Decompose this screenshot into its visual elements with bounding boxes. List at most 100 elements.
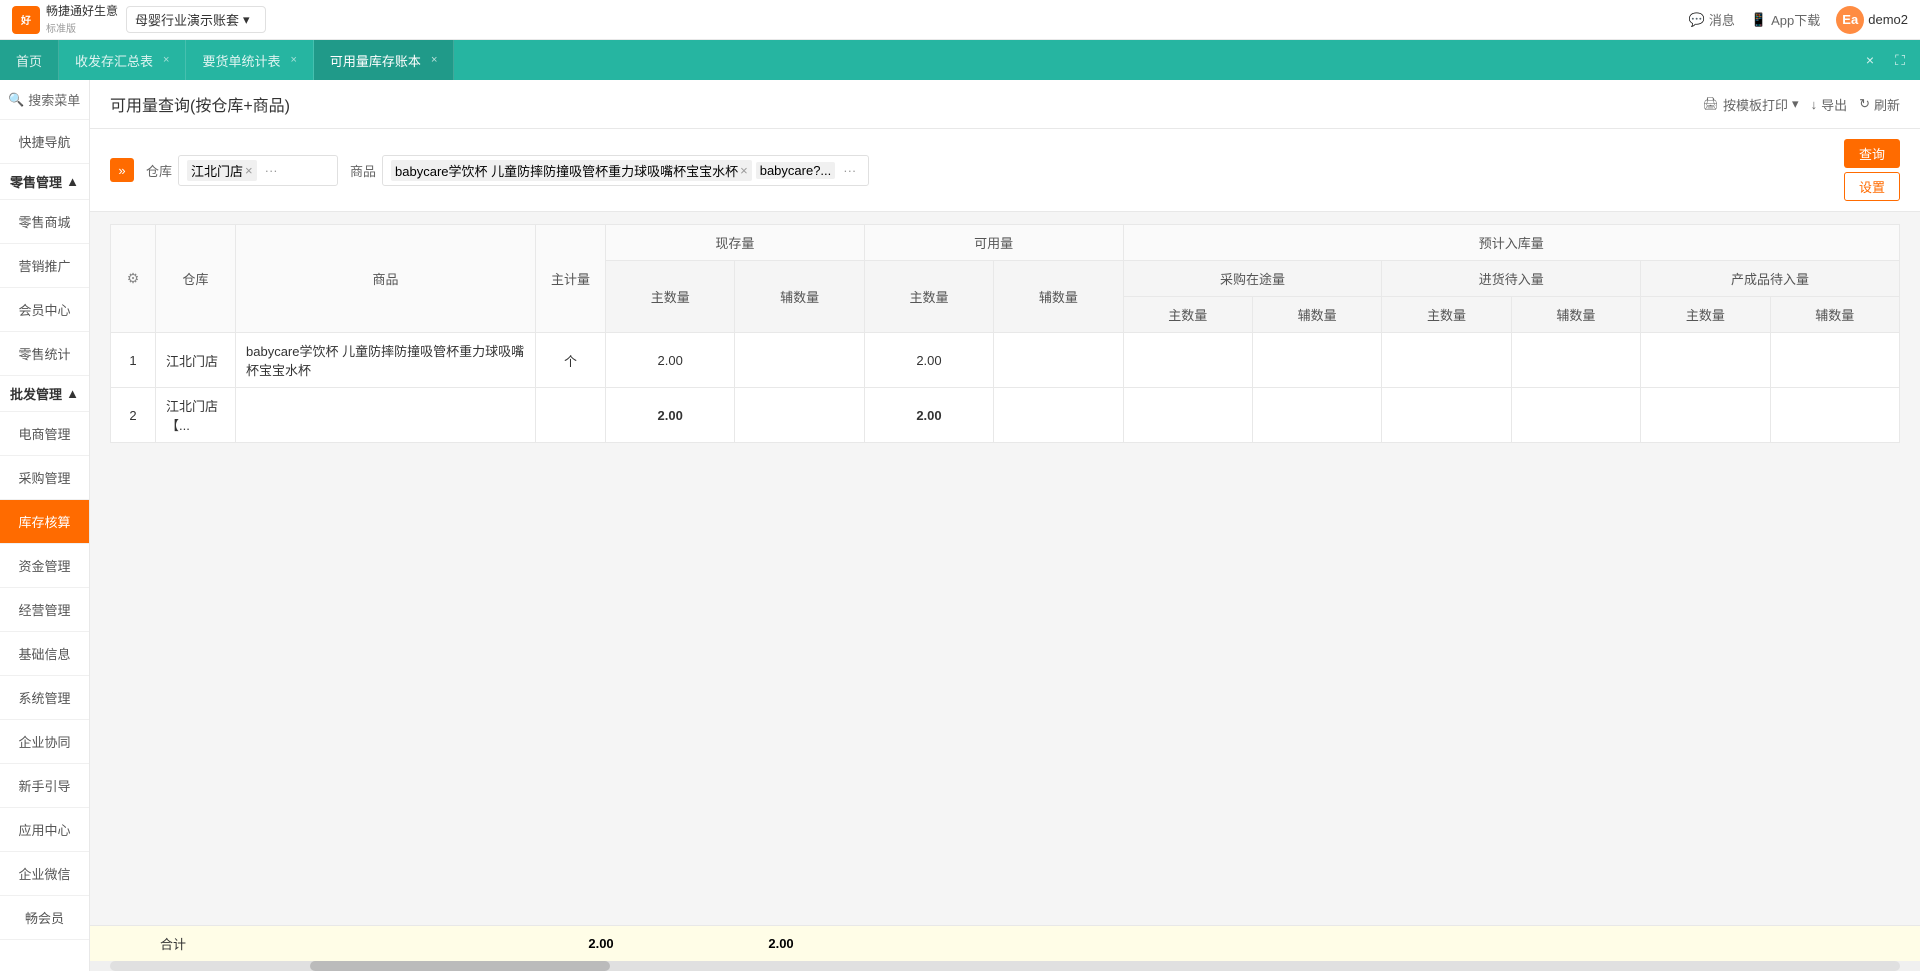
tab-avail-inventory[interactable]: 可用量库存账本 × <box>314 40 454 80</box>
finance-label: 资金管理 <box>18 556 70 575</box>
vip-label: 畅会员 <box>25 908 64 927</box>
product-filter-field: 商品 babycare学饮杯 儿童防摔防撞吸管杯重力球吸嘴杯宝宝水杯 × bab… <box>350 155 869 186</box>
product-dots[interactable]: ··· <box>839 163 860 178</box>
tab-avail-close[interactable]: × <box>431 54 437 66</box>
maximize-button[interactable]: ⛶ <box>1888 48 1912 72</box>
row1-product: babycare学饮杯 儿童防摔防撞吸管杯重力球吸嘴杯宝宝水杯 <box>236 333 536 388</box>
top-left-area: 好 畅捷通好生意 标准版 母婴行业演示账套 ▾ <box>12 4 266 35</box>
member-label: 会员中心 <box>18 300 70 319</box>
tab-home[interactable]: 首页 <box>0 40 59 80</box>
table-settings-icon[interactable]: ⚙ <box>121 267 145 291</box>
nav-tab-actions: × ⛶ <box>1850 40 1920 80</box>
avatar: Ea <box>1836 6 1864 34</box>
row1-stock-main: 2.00 <box>606 333 735 388</box>
message-button[interactable]: 💬 消息 <box>1689 10 1735 29</box>
col-stock-aux-header: 辅数量 <box>735 261 864 333</box>
industry-selector[interactable]: 母婴行业演示账套 ▾ <box>126 6 266 33</box>
sidebar-item-enterprise-collab[interactable]: 企业协同 <box>0 720 89 764</box>
col-pur-aux-header: 辅数量 <box>1252 297 1381 333</box>
row1-pur-main <box>1123 333 1252 388</box>
col-finished-main-header: 主数量 <box>1641 297 1770 333</box>
nav-tabs: 首页 收发存汇总表 × 要货单统计表 × 可用量库存账本 × × ⛶ <box>0 40 1920 80</box>
sidebar-item-retail-store[interactable]: 零售商城 <box>0 200 89 244</box>
col-unit-header: 主计量 <box>536 225 606 333</box>
warehouse-tag: 江北门店 × <box>187 160 257 181</box>
scroll-track[interactable] <box>110 961 1900 971</box>
warehouse-input[interactable]: 江北门店 × ··· <box>178 155 338 186</box>
row1-finished-main <box>1641 333 1770 388</box>
scroll-thumb[interactable] <box>310 961 610 971</box>
row2-stock-main: 2.00 <box>606 388 735 443</box>
product-tag-1-remove[interactable]: × <box>740 163 748 178</box>
app-center-label: 应用中心 <box>18 820 70 839</box>
tab-order-stats[interactable]: 要货单统计表 × <box>186 40 313 80</box>
app-logo: 好 <box>12 6 40 34</box>
close-all-tabs-button[interactable]: × <box>1858 48 1882 72</box>
sidebar-search-label: 搜索菜单 <box>28 90 80 109</box>
sidebar-item-retail-stats[interactable]: 零售统计 <box>0 332 89 376</box>
row2-product <box>236 388 536 443</box>
sidebar-item-enterprise-wechat[interactable]: 企业微信 <box>0 852 89 896</box>
tab-order-close[interactable]: × <box>290 54 296 66</box>
product-filter-label: 商品 <box>350 161 376 180</box>
sidebar-item-app-center[interactable]: 应用中心 <box>0 808 89 852</box>
product-input[interactable]: babycare学饮杯 儿童防摔防撞吸管杯重力球吸嘴杯宝宝水杯 × babyca… <box>382 155 869 186</box>
warehouse-filter-field: 仓库 江北门店 × ··· <box>146 155 338 186</box>
product-tag-value-1: babycare学饮杯 儿童防摔防撞吸管杯重力球吸嘴杯宝宝水杯 <box>395 161 738 180</box>
scroll-bar-area[interactable] <box>90 961 1920 971</box>
sidebar-item-basic-info[interactable]: 基础信息 <box>0 632 89 676</box>
row1-pur-aux <box>1252 333 1381 388</box>
sidebar-item-vip[interactable]: 畅会员 <box>0 896 89 940</box>
refresh-button[interactable]: ↻ 刷新 <box>1859 95 1900 114</box>
warehouse-dots[interactable]: ··· <box>261 163 282 178</box>
sidebar-item-operations[interactable]: 经营管理 <box>0 588 89 632</box>
operations-label: 经营管理 <box>18 600 70 619</box>
sidebar-item-purchase[interactable]: 采购管理 <box>0 456 89 500</box>
user-area[interactable]: Ea demo2 <box>1836 6 1908 34</box>
footer-stock-main: 2.00 <box>556 936 646 951</box>
row2-avail-aux <box>994 388 1123 443</box>
sidebar-item-retail-mgmt[interactable]: 零售管理 ▲ <box>0 164 89 200</box>
sidebar-item-marketing[interactable]: 营销推广 <box>0 244 89 288</box>
row1-avail-aux <box>994 333 1123 388</box>
warehouse-tag-remove[interactable]: × <box>245 163 253 178</box>
sidebar-item-member[interactable]: 会员中心 <box>0 288 89 332</box>
sidebar-item-inventory[interactable]: 库存核算 <box>0 500 89 544</box>
tab-receive-close[interactable]: × <box>163 54 169 66</box>
home-tab-label: 首页 <box>16 51 42 70</box>
col-stock-header: 现存量 <box>606 225 865 261</box>
template-print-button[interactable]: 🖨 按模板打印 ▾ <box>1703 95 1799 114</box>
export-label: 导出 <box>1821 95 1847 114</box>
refresh-label: 刷新 <box>1874 95 1900 114</box>
chevron-icon: ▲ <box>66 174 79 189</box>
sidebar-item-system[interactable]: 系统管理 <box>0 676 89 720</box>
sidebar-item-ecommerce[interactable]: 电商管理 <box>0 412 89 456</box>
tab-receive-summary[interactable]: 收发存汇总表 × <box>59 40 186 80</box>
col-finished-header: 产成品待入量 <box>1641 261 1900 297</box>
query-button[interactable]: 查询 <box>1844 139 1900 168</box>
sidebar-item-wholesale-mgmt[interactable]: 批发管理 ▲ <box>0 376 89 412</box>
app-download-button[interactable]: 📱 App下载 <box>1751 10 1820 29</box>
basic-info-label: 基础信息 <box>18 644 70 663</box>
expand-icon: » <box>118 163 125 178</box>
table-row: 2 江北门店【... 2.00 2.00 <box>111 388 1900 443</box>
main-layout: 🔍 搜索菜单 快捷导航 零售管理 ▲ 零售商城 营销推广 会员中心 零售统计 批… <box>0 80 1920 971</box>
sidebar-item-newbie[interactable]: 新手引导 <box>0 764 89 808</box>
col-settings-header[interactable]: ⚙ <box>111 225 156 333</box>
sidebar-item-finance[interactable]: 资金管理 <box>0 544 89 588</box>
settings-button[interactable]: 设置 <box>1844 172 1900 201</box>
sidebar-search[interactable]: 🔍 搜索菜单 <box>0 80 89 120</box>
row2-finished-main <box>1641 388 1770 443</box>
col-avail-main-header: 主数量 <box>864 261 993 333</box>
tab-receive-label: 收发存汇总表 <box>75 51 153 70</box>
export-button[interactable]: ↓ 导出 <box>1811 95 1848 114</box>
sidebar-item-quick-nav[interactable]: 快捷导航 <box>0 120 89 164</box>
col-pur-main-header: 主数量 <box>1123 297 1252 333</box>
row2-index: 2 <box>111 388 156 443</box>
app-download-label: App下载 <box>1771 10 1820 29</box>
row2-inbound-main <box>1382 388 1511 443</box>
table-footer: 合计 2.00 2.00 <box>90 925 1920 961</box>
row2-inbound-aux <box>1511 388 1640 443</box>
expand-filter-button[interactable]: » <box>110 158 134 182</box>
logo-area: 好 畅捷通好生意 标准版 <box>12 4 118 35</box>
